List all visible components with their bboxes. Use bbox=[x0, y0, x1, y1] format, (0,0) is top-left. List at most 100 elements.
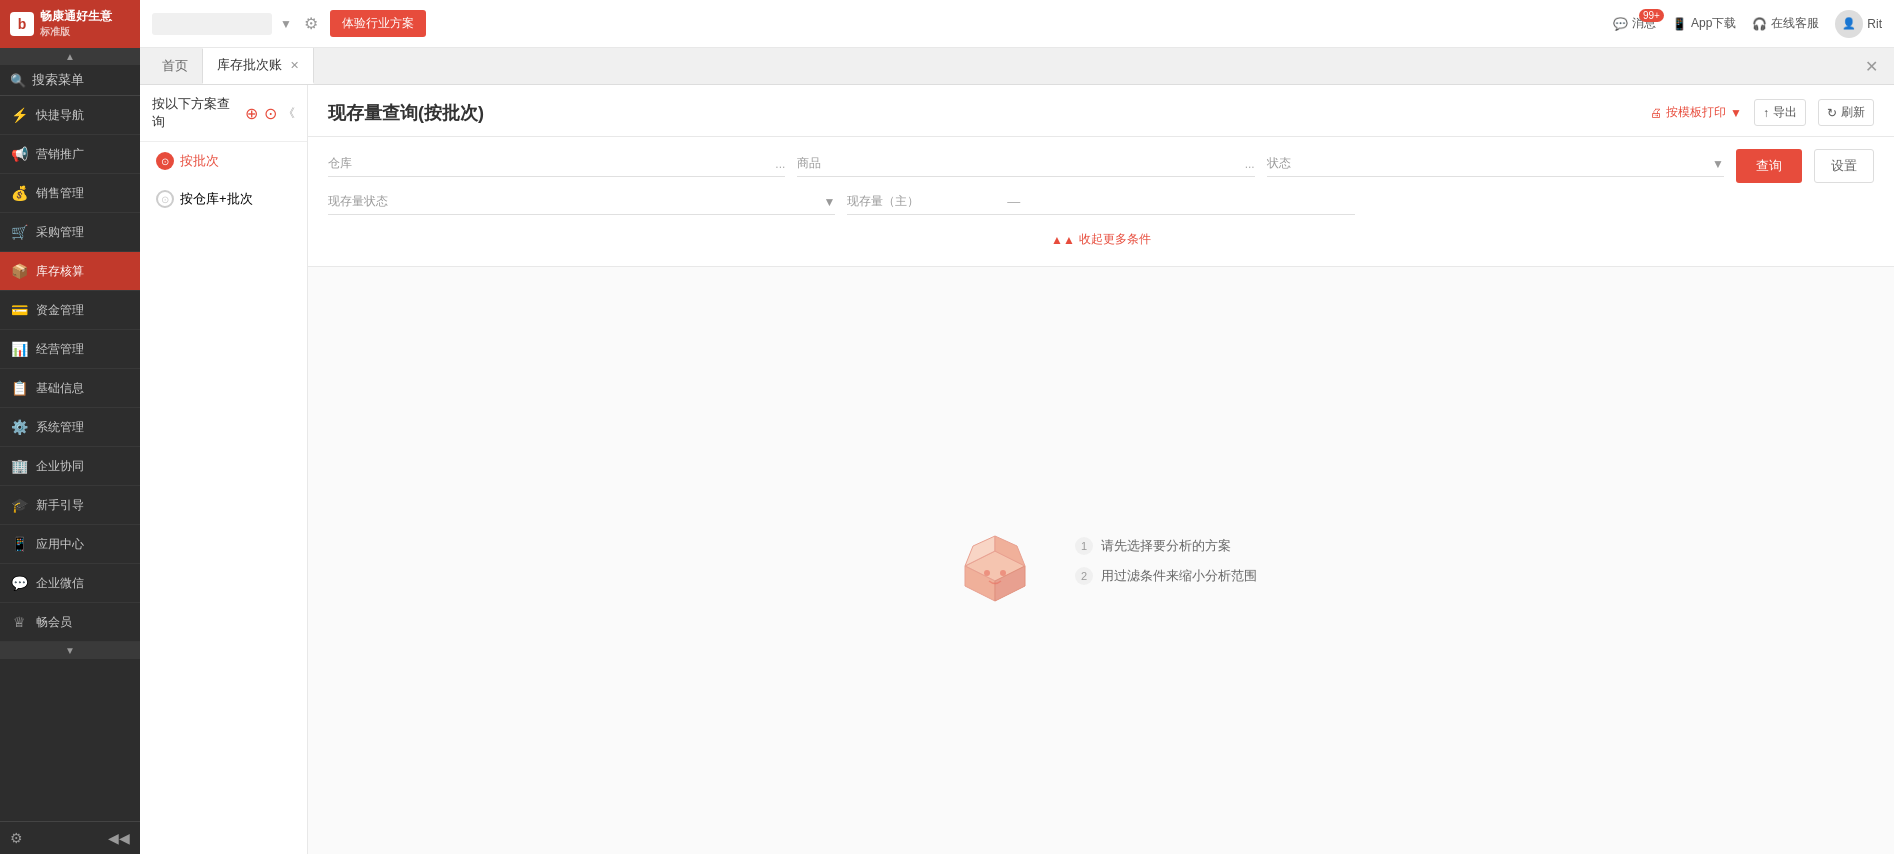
add-plan-btn[interactable]: ⊕ bbox=[245, 104, 258, 123]
plan-item-warehouse-batch[interactable]: ⊙ 按仓库+批次 bbox=[140, 180, 307, 218]
sidebar-footer: ⚙ ◀◀ bbox=[0, 821, 140, 854]
filter-stock-status[interactable]: 现存量状态 ▼ bbox=[328, 193, 835, 215]
status-input[interactable] bbox=[1327, 157, 1712, 171]
filter-row-1: 仓库 ... 商品 ... 状态 ▼ bbox=[328, 149, 1874, 183]
left-panel-header-label: 按以下方案查询 bbox=[152, 95, 239, 131]
warehouse-input[interactable] bbox=[388, 157, 775, 171]
exp-industry-btn[interactable]: 体验行业方案 bbox=[330, 10, 426, 37]
enterprise-icon: 🏢 bbox=[10, 457, 28, 475]
message-icon: 💬 bbox=[1613, 17, 1628, 31]
messages-btn[interactable]: 💬 消息 99+ bbox=[1613, 15, 1656, 32]
stock-quantity-max-input[interactable] bbox=[1024, 195, 1104, 209]
empty-illustration bbox=[945, 511, 1045, 611]
plan-warehouse-batch-label: 按仓库+批次 bbox=[180, 190, 253, 208]
stock-status-label: 现存量状态 bbox=[328, 193, 398, 210]
user-profile-btn[interactable]: 👤 Rit bbox=[1835, 10, 1882, 38]
sidebar-item-sales-label: 销售管理 bbox=[36, 185, 84, 202]
online-support-btn[interactable]: 🎧 在线客服 bbox=[1752, 15, 1819, 32]
export-btn[interactable]: ↑ 导出 bbox=[1754, 99, 1806, 126]
sidebar-item-wechat-label: 企业微信 bbox=[36, 575, 84, 592]
sidebar-item-enterprise-label: 企业协同 bbox=[36, 458, 84, 475]
page-content: 按以下方案查询 ⊕ ⊙ 《 ⊙ 按批次 ⊙ 按仓库+批次 现存量查询(按批次) bbox=[140, 85, 1894, 854]
quick-nav-icon: ⚡ bbox=[10, 106, 28, 124]
sidebar-gear-btn[interactable]: ⚙ bbox=[10, 830, 23, 846]
topbar-gear-icon[interactable]: ⚙ bbox=[304, 14, 318, 33]
sidebar-item-system[interactable]: ⚙️ 系统管理 bbox=[0, 408, 140, 447]
inventory-icon: 📦 bbox=[10, 262, 28, 280]
search-icon: 🔍 bbox=[10, 73, 26, 88]
sidebar-item-sales[interactable]: 💰 销售管理 bbox=[0, 174, 140, 213]
svg-point-6 bbox=[1000, 570, 1006, 576]
sidebar-item-inventory-label: 库存核算 bbox=[36, 263, 84, 280]
settings-btn[interactable]: 设置 bbox=[1814, 149, 1874, 183]
hint-1-text: 请先选择要分析的方案 bbox=[1101, 537, 1231, 555]
tab-close-page-btn[interactable]: ✕ bbox=[1865, 57, 1878, 76]
sidebar-item-purchase[interactable]: 🛒 采购管理 bbox=[0, 213, 140, 252]
collapse-more-conditions[interactable]: ▲▲ 收起更多条件 bbox=[328, 225, 1874, 254]
hint-2-text: 用过滤条件来缩小分析范围 bbox=[1101, 567, 1257, 585]
filter-warehouse: 仓库 ... bbox=[328, 155, 785, 177]
basic-info-icon: 📋 bbox=[10, 379, 28, 397]
sidebar-item-operations[interactable]: 📊 经营管理 bbox=[0, 330, 140, 369]
warehouse-label: 仓库 bbox=[328, 155, 388, 172]
sidebar-item-marketing[interactable]: 📢 营销推广 bbox=[0, 135, 140, 174]
product-more-btn[interactable]: ... bbox=[1245, 157, 1255, 171]
topbar: ▼ ⚙ 体验行业方案 💬 消息 99+ 📱 App下载 🎧 在线客服 👤 Rit bbox=[140, 0, 1894, 48]
print-dropdown-arrow[interactable]: ▼ bbox=[1730, 106, 1742, 120]
print-btn[interactable]: 🖨 按模板打印 ▼ bbox=[1650, 104, 1742, 121]
set-plan-btn[interactable]: ⊙ bbox=[264, 104, 277, 123]
sidebar-header: b 畅康通好生意 标准版 bbox=[0, 0, 140, 48]
page-header: 现存量查询(按批次) 🖨 按模板打印 ▼ ↑ 导出 ↻ 刷新 bbox=[308, 85, 1894, 137]
sidebar-item-basic-info[interactable]: 📋 基础信息 bbox=[0, 369, 140, 408]
svg-point-5 bbox=[984, 570, 990, 576]
left-panel-header: 按以下方案查询 ⊕ ⊙ 《 bbox=[140, 85, 307, 142]
sidebar-item-enterprise[interactable]: 🏢 企业协同 bbox=[0, 447, 140, 486]
empty-hints: 1 请先选择要分析的方案 2 用过滤条件来缩小分析范围 bbox=[1075, 537, 1257, 585]
export-icon: ↑ bbox=[1763, 106, 1769, 120]
filter-stock-quantity: 现存量（主） — bbox=[847, 193, 1354, 215]
sidebar-item-app-center[interactable]: 📱 应用中心 bbox=[0, 525, 140, 564]
filter-row-2: 现存量状态 ▼ 现存量（主） — bbox=[328, 193, 1874, 215]
sidebar-search-item[interactable]: 🔍 搜索菜单 bbox=[0, 65, 140, 96]
tab-home[interactable]: 首页 bbox=[148, 49, 203, 83]
stock-status-arrow[interactable]: ▼ bbox=[823, 195, 835, 209]
wechat-icon: 💬 bbox=[10, 574, 28, 592]
sidebar-scroll-down[interactable]: ▼ bbox=[0, 642, 140, 659]
filter-area: 仓库 ... 商品 ... 状态 ▼ bbox=[308, 137, 1894, 267]
app-download-label: App下载 bbox=[1691, 15, 1736, 32]
sidebar-item-newbie[interactable]: 🎓 新手引导 bbox=[0, 486, 140, 525]
tab-inventory-batch[interactable]: 库存批次账 ✕ bbox=[203, 48, 314, 84]
query-btn[interactable]: 查询 bbox=[1736, 149, 1802, 183]
refresh-btn[interactable]: ↻ 刷新 bbox=[1818, 99, 1874, 126]
sidebar-scroll-up[interactable]: ▲ bbox=[0, 48, 140, 65]
sidebar-item-finance[interactable]: 💳 资金管理 bbox=[0, 291, 140, 330]
tab-close-btn[interactable]: ✕ bbox=[290, 59, 299, 72]
empty-hint-2: 2 用过滤条件来缩小分析范围 bbox=[1075, 567, 1257, 585]
warehouse-more-btn[interactable]: ... bbox=[775, 157, 785, 171]
topbar-search-input[interactable] bbox=[152, 13, 272, 35]
tabbar: 首页 库存批次账 ✕ ✕ bbox=[140, 48, 1894, 85]
print-label: 按模板打印 bbox=[1666, 104, 1726, 121]
left-panel-collapse-btn[interactable]: 《 bbox=[283, 105, 295, 122]
finance-icon: 💳 bbox=[10, 301, 28, 319]
product-input[interactable] bbox=[857, 157, 1244, 171]
topbar-right: 💬 消息 99+ 📱 App下载 🎧 在线客服 👤 Rit bbox=[1613, 10, 1882, 38]
headset-icon: 🎧 bbox=[1752, 17, 1767, 31]
sidebar-item-inventory[interactable]: 📦 库存核算 bbox=[0, 252, 140, 291]
stock-quantity-min-input[interactable] bbox=[923, 195, 1003, 209]
sidebar-item-quick-nav-label: 快捷导航 bbox=[36, 107, 84, 124]
sidebar-item-newbie-label: 新手引导 bbox=[36, 497, 84, 514]
empty-state: 1 请先选择要分析的方案 2 用过滤条件来缩小分析范围 bbox=[308, 267, 1894, 854]
sidebar-item-vip[interactable]: ♕ 畅会员 bbox=[0, 603, 140, 642]
sidebar-item-wechat[interactable]: 💬 企业微信 bbox=[0, 564, 140, 603]
topbar-dropdown-arrow[interactable]: ▼ bbox=[280, 17, 292, 31]
app-download-btn[interactable]: 📱 App下载 bbox=[1672, 15, 1736, 32]
plan-batch-label: 按批次 bbox=[180, 152, 219, 170]
sidebar-title-block: 畅康通好生意 标准版 bbox=[40, 9, 112, 39]
plan-item-batch[interactable]: ⊙ 按批次 bbox=[140, 142, 307, 180]
sidebar-item-quick-nav[interactable]: ⚡ 快捷导航 bbox=[0, 96, 140, 135]
sidebar-collapse-btn[interactable]: ◀◀ bbox=[108, 830, 130, 846]
sidebar-item-operations-label: 经营管理 bbox=[36, 341, 84, 358]
status-dropdown-arrow[interactable]: ▼ bbox=[1712, 157, 1724, 171]
status-label: 状态 bbox=[1267, 155, 1327, 172]
